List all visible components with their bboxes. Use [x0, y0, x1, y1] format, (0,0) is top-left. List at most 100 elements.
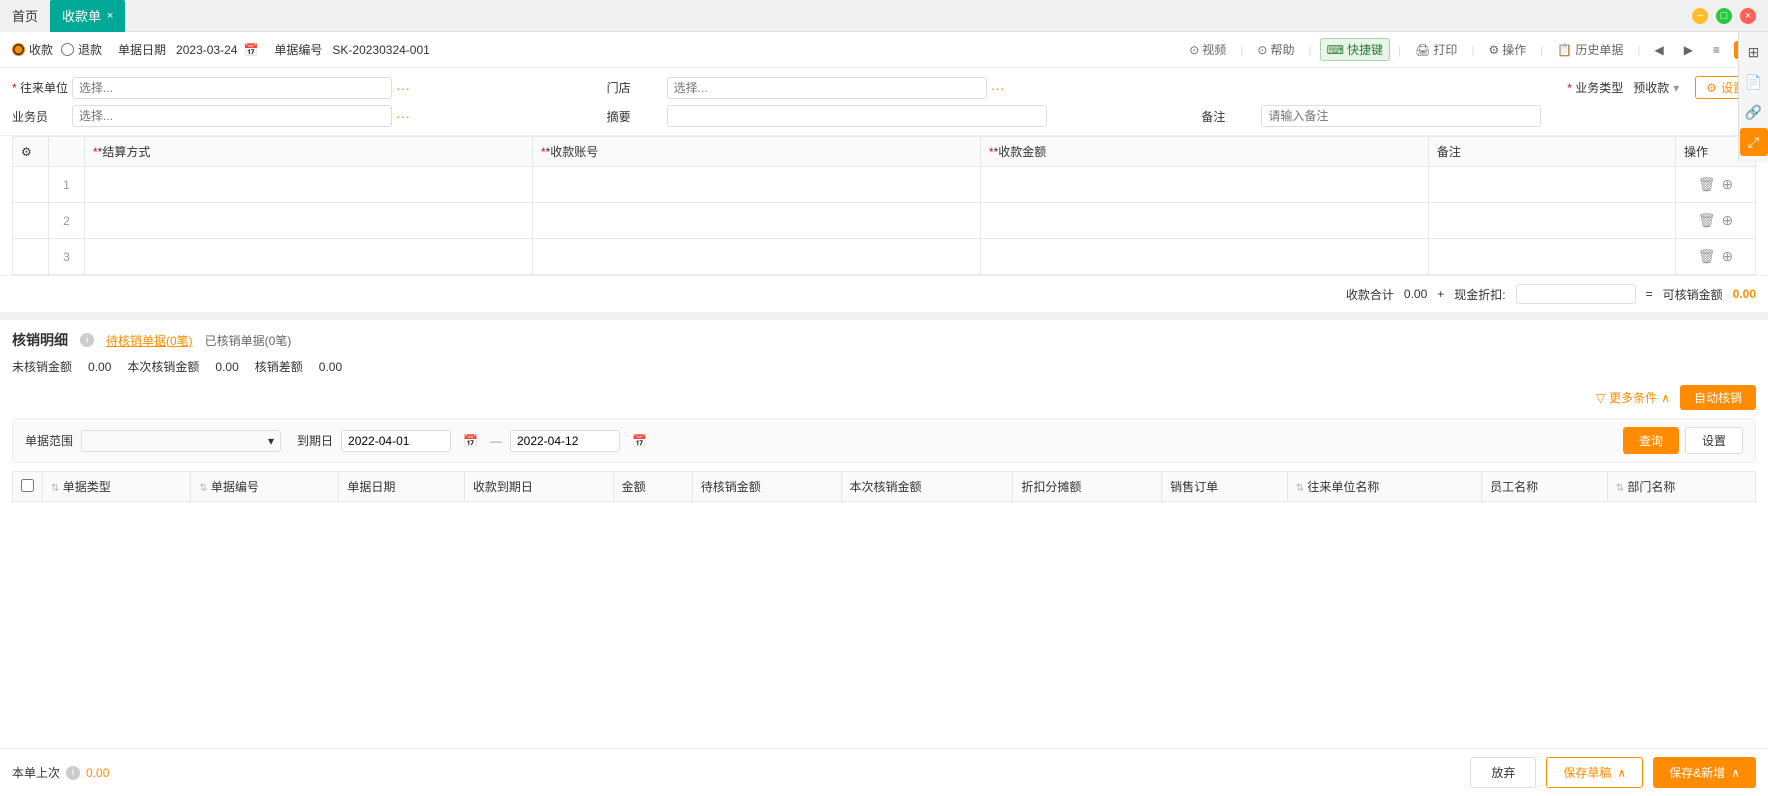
col-type-header[interactable]: ⇅ 单据类型	[43, 472, 191, 502]
row3-copy-icon[interactable]: ⊕	[1722, 248, 1734, 265]
counterpart-input-wrap: ···	[72, 77, 567, 99]
minimize-button[interactable]: −	[1692, 8, 1708, 24]
date-separator: —	[490, 434, 502, 448]
row3-account[interactable]	[532, 239, 980, 275]
form-row-1: 往来单位 ··· 门店 ··· 业务类型 预收款 ▾	[12, 76, 1756, 99]
receipt-radio-label[interactable]: 收款	[12, 41, 53, 58]
row1-copy-icon[interactable]: ⊕	[1722, 176, 1734, 193]
counterpart-more-btn[interactable]: ···	[396, 80, 410, 96]
list-icon[interactable]: ≡	[1707, 41, 1726, 59]
auto-verify-button[interactable]: 自动核销	[1680, 385, 1756, 410]
row3-settle[interactable]	[85, 239, 533, 275]
shortcut-btn[interactable]: ⌨ 快捷键	[1320, 38, 1390, 61]
print-label: 打印	[1433, 41, 1457, 58]
salesperson-more-btn[interactable]: ···	[396, 108, 410, 124]
col-amount-header: **收款金额	[980, 137, 1428, 167]
select-all-checkbox[interactable]	[21, 479, 34, 492]
maximize-button[interactable]: □	[1716, 8, 1732, 24]
search-form: 单据范围 ▾ 到期日 📅 — 📅 查询 设置	[12, 418, 1756, 463]
notes-label: 备注	[1201, 108, 1261, 125]
row1-settle[interactable]	[85, 167, 533, 203]
sidebar-table-icon[interactable]: ⊞	[1740, 38, 1768, 66]
calendar-start-icon[interactable]: 📅	[463, 434, 478, 448]
pending-tab[interactable]: 待核销单据(0笔)	[106, 332, 193, 349]
row2-settings	[13, 203, 49, 239]
video-btn[interactable]: ⊙ 视频	[1183, 39, 1232, 60]
biz-type-select[interactable]: 预收款 ▾	[1633, 79, 1679, 96]
sidebar-link-icon[interactable]: 🔗	[1740, 98, 1768, 126]
row1-delete-icon[interactable]: 🗑	[1698, 176, 1716, 193]
more-conditions-btn[interactable]: ▽ 更多条件 ∧	[1596, 389, 1670, 406]
row1-amount[interactable]	[980, 167, 1428, 203]
col-current-header: 本次核销金额	[841, 472, 1013, 502]
col-settings-header[interactable]: ⚙	[13, 137, 49, 167]
row3-delete-icon[interactable]: 🗑	[1698, 248, 1716, 265]
col-dept-header[interactable]: ⇅ 部门名称	[1607, 472, 1755, 502]
verify-amount-label: 可核销金额	[1663, 286, 1723, 303]
due-date-field: 到期日 📅 — 📅	[297, 430, 651, 452]
summary-label: 摘要	[607, 108, 667, 125]
tab-close-icon[interactable]: ×	[107, 10, 113, 22]
row2-account[interactable]	[532, 203, 980, 239]
history-btn[interactable]: 📋 历史单据	[1551, 39, 1629, 60]
tab-bar: 首页 收款单 × − □ ×	[0, 0, 1768, 32]
col-counterpart-header[interactable]: ⇅ 往来单位名称	[1287, 472, 1482, 502]
row3-amount[interactable]	[980, 239, 1428, 275]
row2-copy-icon[interactable]: ⊕	[1722, 212, 1734, 229]
operations-btn[interactable]: ⚙ 操作	[1482, 39, 1532, 60]
current-verify-value: 0.00	[215, 360, 238, 374]
row1-notes[interactable]	[1428, 167, 1675, 203]
refund-radio-label[interactable]: 退款	[61, 41, 102, 58]
notes-input[interactable]	[1261, 105, 1541, 127]
tab-home-label: 首页	[12, 6, 38, 25]
save-draft-button[interactable]: 保存草稿 ∧	[1546, 757, 1643, 788]
abandon-button[interactable]: 放弃	[1470, 757, 1536, 788]
row2-notes[interactable]	[1428, 203, 1675, 239]
tab-receipt[interactable]: 收款单 ×	[50, 0, 125, 32]
bottom-info-icon[interactable]: i	[66, 766, 80, 780]
col-dept-label: 部门名称	[1627, 480, 1675, 494]
verify-info-icon[interactable]: i	[80, 333, 94, 347]
toolbar-actions: ⊙ 视频 | ⊙ 帮助 | ⌨ 快捷键 | 🖨 打印 | ⚙ 操作	[1183, 38, 1756, 61]
row1-num: 1	[49, 167, 85, 203]
next-nav-icon[interactable]: ▶	[1678, 41, 1699, 59]
row2-delete-icon[interactable]: 🗑	[1698, 212, 1716, 229]
help-btn[interactable]: ⊙ 帮助	[1251, 39, 1300, 60]
filter-row: ▽ 更多条件 ∧ 自动核销	[12, 385, 1756, 410]
due-date-start-input[interactable]	[341, 430, 451, 452]
sidebar-expand-icon[interactable]: ⤢	[1740, 128, 1768, 156]
discount-input[interactable]	[1516, 284, 1636, 304]
query-button[interactable]: 查询	[1623, 427, 1679, 454]
due-date-end-input[interactable]	[510, 430, 620, 452]
biz-type-value: 预收款	[1633, 79, 1669, 96]
sidebar-doc-icon[interactable]: 📄	[1740, 68, 1768, 96]
row3-notes[interactable]	[1428, 239, 1675, 275]
counterpart-input[interactable]	[72, 77, 392, 99]
verified-tab[interactable]: 已核销单据(0笔)	[205, 332, 292, 349]
col-docnum-header[interactable]: ⇅ 单据编号	[191, 472, 339, 502]
plus-sign: +	[1437, 287, 1444, 301]
operations-label: 操作	[1502, 41, 1526, 58]
tab-home[interactable]: 首页	[0, 0, 50, 32]
prev-nav-icon[interactable]: ◀	[1648, 41, 1669, 59]
row2-settle[interactable]	[85, 203, 533, 239]
salesperson-input[interactable]	[72, 105, 392, 127]
store-more-btn[interactable]: ···	[991, 80, 1005, 96]
biz-type-arrow[interactable]: ▾	[1673, 81, 1679, 95]
close-button[interactable]: ×	[1740, 8, 1756, 24]
calendar-end-icon[interactable]: 📅	[632, 434, 647, 448]
range-select[interactable]: ▾	[81, 430, 281, 452]
set-button[interactable]: 设置	[1685, 427, 1743, 454]
summary-input[interactable]	[667, 105, 1047, 127]
save-new-button[interactable]: 保存&新增 ∧	[1653, 757, 1756, 788]
chevron-up-icon: ∧	[1661, 391, 1670, 405]
set-label: 设置	[1702, 434, 1726, 448]
main-content: 收款 退款 单据日期 2023-03-24 📅 单据编号 SK-20230324…	[0, 32, 1768, 796]
print-btn[interactable]: 🖨 打印	[1409, 39, 1463, 60]
row1-account[interactable]	[532, 167, 980, 203]
receipt-radio[interactable]	[12, 43, 25, 56]
store-input[interactable]	[667, 77, 987, 99]
refund-radio[interactable]	[61, 43, 74, 56]
row2-amount[interactable]	[980, 203, 1428, 239]
calendar-icon[interactable]: 📅	[243, 43, 258, 57]
